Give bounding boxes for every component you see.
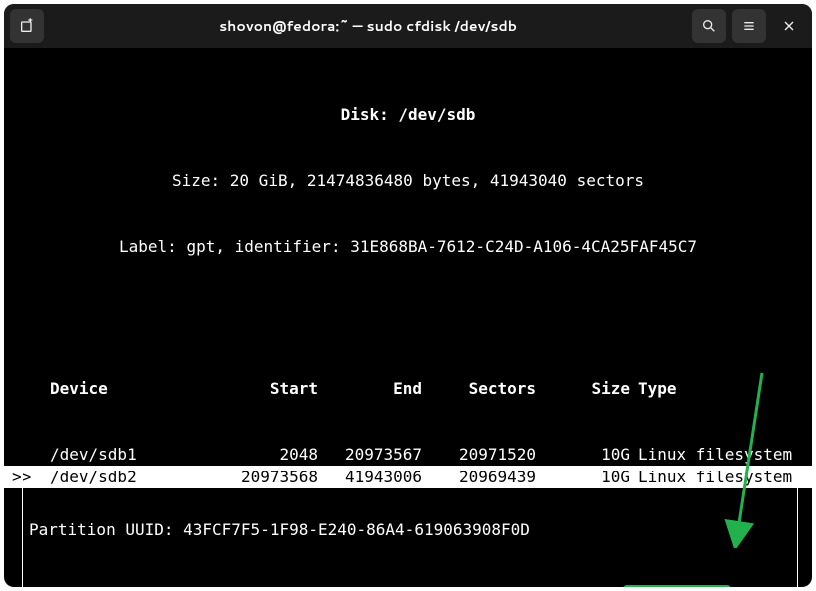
disk-size-line: Size: 20 GiB, 21474836480 bytes, 4194304… (4, 170, 812, 192)
col-sectors: Sectors (422, 378, 536, 400)
col-size: Size (536, 378, 630, 400)
cell-end: 20973567 (318, 444, 422, 466)
cell-type: Linux filesystem (630, 444, 804, 466)
cell-size: 10G (536, 444, 630, 466)
close-button[interactable] (772, 9, 806, 43)
cell-device: /dev/sdb1 (50, 444, 222, 466)
close-icon (781, 18, 797, 34)
cell-start: 2048 (222, 444, 318, 466)
col-start: Start (222, 378, 318, 400)
partition-uuid: Partition UUID: 43FCF7F5-1F98-E240-86A4-… (29, 519, 791, 541)
search-button[interactable] (692, 9, 726, 43)
terminal-window: shovon@fedora:~ — sudo cfdisk /dev/sdb D… (4, 4, 812, 587)
col-end: End (318, 378, 422, 400)
menu-button[interactable] (732, 9, 766, 43)
new-tab-button[interactable] (10, 9, 44, 43)
disk-label-line: Label: gpt, identifier: 31E868BA-7612-C2… (4, 236, 812, 258)
terminal-content: Disk: /dev/sdb Size: 20 GiB, 21474836480… (4, 48, 812, 587)
hamburger-icon (741, 18, 757, 34)
table-header-row: Device Start End Sectors Size Type (4, 378, 812, 400)
row-selector (12, 444, 50, 466)
titlebar: shovon@fedora:~ — sudo cfdisk /dev/sdb (4, 4, 812, 48)
table-row[interactable]: /dev/sdb12048209735672097152010GLinux fi… (4, 444, 812, 466)
disk-header: Disk: /dev/sdb (4, 104, 812, 126)
window-title: shovon@fedora:~ — sudo cfdisk /dev/sdb (50, 16, 686, 36)
col-device: Device (50, 378, 222, 400)
action-menu: [ Delete ][ Resize ][ Quit ][ Type ][ He… (4, 544, 812, 587)
col-type: Type (630, 378, 804, 400)
cell-sectors: 20971520 (422, 444, 536, 466)
search-icon (701, 18, 717, 34)
